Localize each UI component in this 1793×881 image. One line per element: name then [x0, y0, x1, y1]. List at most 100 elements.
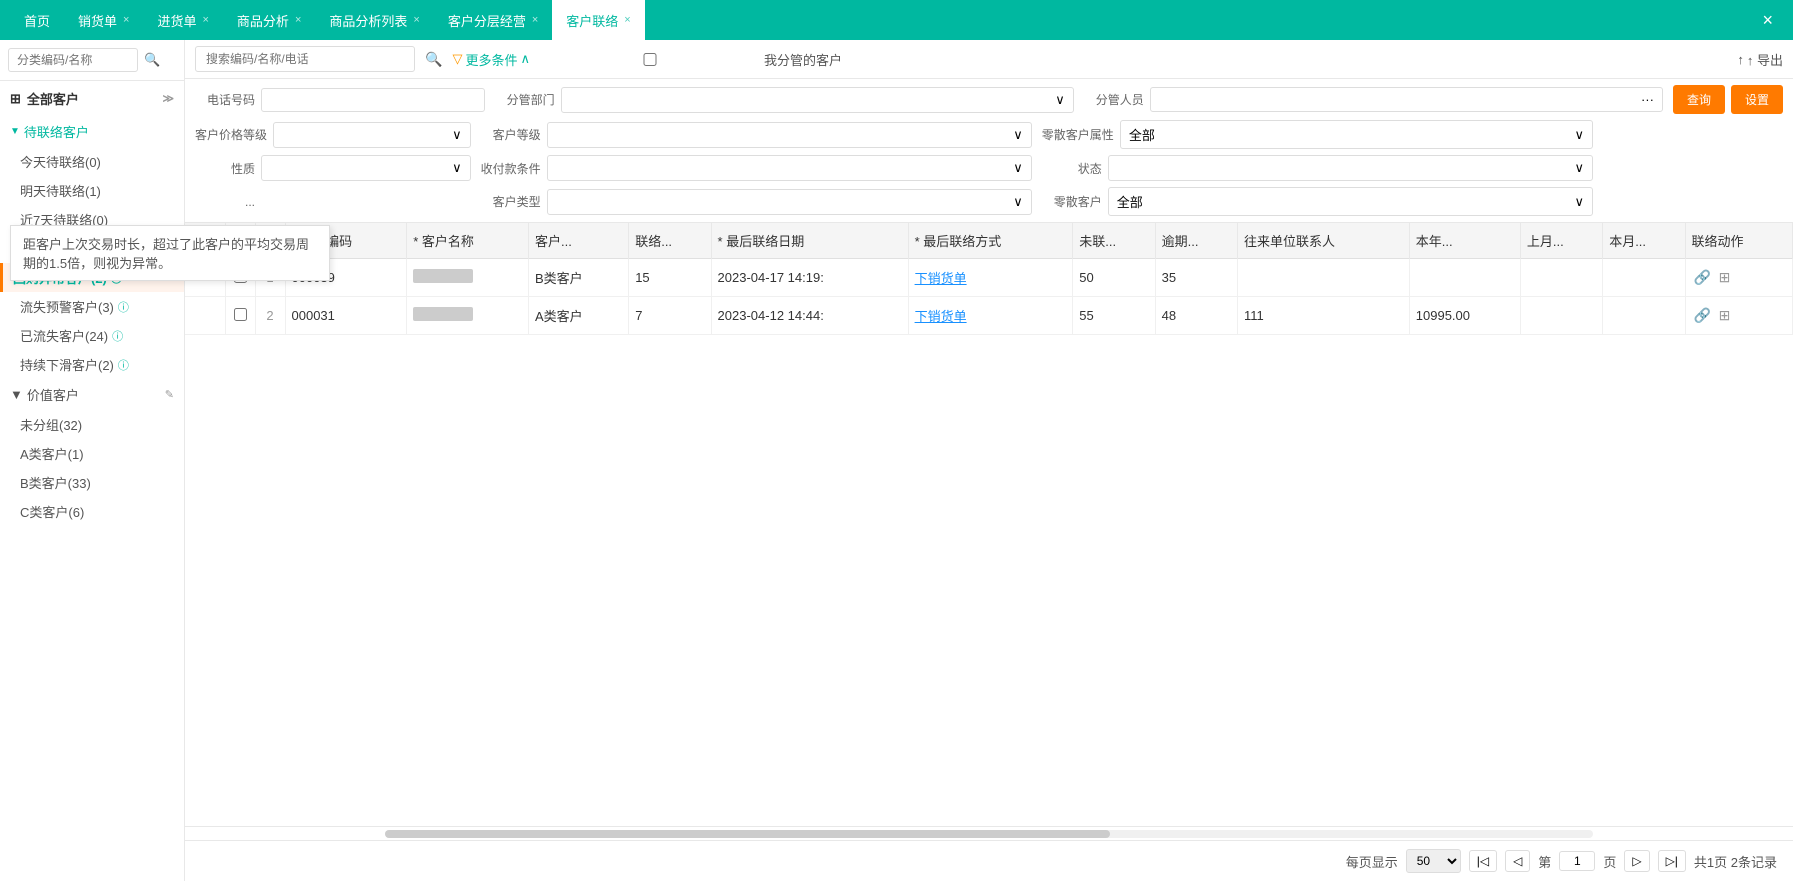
query-button[interactable]: 查询 — [1673, 85, 1725, 114]
sidebar-item-today-pending[interactable]: 今天待联络(0) — [0, 147, 184, 176]
sidebar-value-group[interactable]: ▼ 价值客户 ✎ — [0, 379, 184, 410]
prev-page-button[interactable]: ◁ — [1505, 850, 1530, 872]
my-customers-checkbox[interactable] — [540, 53, 760, 66]
row2-name[interactable] — [407, 297, 529, 335]
close-customer-contact-icon[interactable]: × — [624, 14, 630, 26]
price-level-dropdown[interactable]: ∨ — [273, 122, 471, 148]
search-input[interactable] — [195, 46, 415, 72]
row2-contact-person: 111 — [1237, 297, 1409, 335]
col-customer-class[interactable]: 客户... — [528, 223, 628, 259]
row2-checkbox-cell[interactable] — [225, 297, 255, 335]
close-customer-segmentation-icon[interactable]: × — [532, 14, 538, 26]
nav-customer-segmentation[interactable]: 客户分层经营 × — [434, 0, 552, 40]
sidebar-search-input[interactable] — [8, 48, 138, 72]
last-page-button[interactable]: ▷| — [1658, 850, 1686, 872]
sidebar-item-a-class[interactable]: A类客户(1) — [0, 439, 184, 468]
row2-contact-count: 7 — [629, 297, 711, 335]
col-current-month[interactable]: 本月... — [1603, 223, 1685, 259]
col-contact-person[interactable]: 往来单位联系人 — [1237, 223, 1409, 259]
col-name[interactable]: * 客户名称 — [407, 223, 529, 259]
nav-customer-contact[interactable]: 客户联络 × — [552, 0, 644, 40]
more-conditions-button[interactable]: ▽ 更多条件 ∧ — [452, 50, 530, 69]
declining-info-icon[interactable]: ⓘ — [118, 357, 129, 373]
row1-link-icon[interactable]: 🔗 — [1692, 267, 1713, 288]
horizontal-scrollbar[interactable] — [185, 826, 1793, 840]
customer-level-dropdown[interactable]: ∨ — [547, 122, 1032, 148]
sidebar-collapse-icon[interactable]: ≫ — [162, 92, 174, 105]
first-page-button[interactable]: |◁ — [1469, 850, 1497, 872]
col-unlocked[interactable]: 未联... — [1073, 223, 1155, 259]
chevron-down-icon: ∨ — [1055, 92, 1065, 108]
scrollbar-thumb[interactable] — [385, 830, 1110, 838]
current-page-input[interactable] — [1559, 851, 1595, 871]
close-sales-order-icon[interactable]: × — [123, 14, 129, 26]
col-last-month[interactable]: 上月... — [1520, 223, 1602, 259]
row2-checkbox[interactable] — [234, 308, 247, 321]
sidebar-item-b-class[interactable]: B类客户(33) — [0, 468, 184, 497]
export-button[interactable]: ↑ ↑ 导出 — [1737, 50, 1783, 69]
nav-product-analysis[interactable]: 商品分析 × — [223, 0, 315, 40]
window-close-button[interactable]: × — [1752, 10, 1783, 31]
col-contact-count[interactable]: 联络... — [629, 223, 711, 259]
payment-dropdown[interactable]: ∨ — [547, 155, 1032, 181]
table-area[interactable]: ⚙ * 客户编码 * 客户名称 客户... 联络... * 最后联络日期 — [185, 223, 1793, 826]
col-current-year[interactable]: 本年... — [1409, 223, 1520, 259]
col-last-contact-date[interactable]: * 最后联络日期 — [711, 223, 908, 259]
sidebar-all-customers[interactable]: ⊞ 全部客户 ≫ — [0, 81, 184, 116]
filter-rows: 电话号码 分管部门 ∨ 分管人员 ··· — [185, 79, 1793, 223]
sidebar-item-unclassified[interactable]: 未分组(32) — [0, 410, 184, 439]
customer-level-label: 客户等级 — [481, 126, 541, 143]
my-customers-checkbox-label[interactable]: 我分管的客户 — [540, 50, 842, 69]
next-page-button[interactable]: ▷ — [1624, 850, 1649, 872]
close-product-analysis-list-icon[interactable]: × — [413, 14, 419, 26]
sidebar-item-already-lost[interactable]: 已流失客户(24) ⓘ — [0, 321, 184, 350]
row1-last-contact-method[interactable]: 下销货单 — [908, 259, 1073, 297]
sidebar-pending-contact-group[interactable]: ▼ 待联络客户 — [0, 116, 184, 147]
search-button[interactable]: 🔍 — [425, 51, 442, 68]
nav-product-analysis-list[interactable]: 商品分析列表 × — [315, 0, 433, 40]
nav-purchase-order[interactable]: 进货单 × — [143, 0, 222, 40]
phone-field: 电话号码 — [195, 88, 485, 112]
retail-dropdown[interactable]: 全部 ∨ — [1108, 187, 1593, 216]
edit-icon[interactable]: ✎ — [165, 388, 174, 401]
row2-code[interactable]: 000031 — [285, 297, 407, 335]
sidebar-item-c-class[interactable]: C类客户(6) — [0, 497, 184, 526]
retail-attr-field: 零散客户属性 全部 ∨ — [1042, 120, 1593, 149]
nav-home[interactable]: 首页 — [10, 0, 64, 40]
row2-last-contact-method[interactable]: 下销货单 — [908, 297, 1073, 335]
row2-link-icon[interactable]: 🔗 — [1692, 305, 1713, 326]
col-last-contact-method[interactable]: * 最后联络方式 — [908, 223, 1073, 259]
manager-dropdown[interactable]: ··· — [1150, 87, 1663, 112]
row1-name[interactable] — [407, 259, 529, 297]
row1-contact-count: 15 — [629, 259, 711, 297]
already-lost-info-icon[interactable]: ⓘ — [112, 328, 123, 344]
row2-grid-icon[interactable]: ⊞ — [1717, 305, 1733, 326]
close-product-analysis-icon[interactable]: × — [295, 14, 301, 26]
status-label: 状态 — [1042, 160, 1102, 177]
row1-grid-icon[interactable]: ⊞ — [1717, 267, 1733, 288]
sidebar-search-icon[interactable]: 🔍 — [144, 52, 160, 68]
row1-current-year — [1409, 259, 1520, 297]
sidebar-item-lost-warning[interactable]: 流失预警客户(3) ⓘ — [0, 292, 184, 321]
customer-type-dropdown[interactable]: ∨ — [547, 189, 1032, 215]
retail-attr-dropdown[interactable]: 全部 ∨ — [1120, 120, 1593, 149]
gender-dropdown[interactable]: ∨ — [261, 155, 471, 181]
row1-overdue: 35 — [1155, 259, 1237, 297]
dept-field: 分管部门 ∨ — [495, 87, 1074, 113]
close-purchase-order-icon[interactable]: × — [202, 14, 208, 26]
status-dropdown[interactable]: ∨ — [1108, 155, 1593, 181]
row2-class: A类客户 — [528, 297, 628, 335]
per-page-select[interactable]: 50 10 20 100 — [1406, 849, 1461, 873]
filter-actions: 查询 设置 — [1673, 85, 1783, 114]
settings-button[interactable]: 设置 — [1731, 85, 1783, 114]
customer-type-field: 客户类型 ∨ — [481, 189, 1032, 215]
sidebar-item-tomorrow-pending[interactable]: 明天待联络(1) — [0, 176, 184, 205]
pagination-bar: 每页显示 50 10 20 100 |◁ ◁ 第 页 ▷ ▷| 共1页 2条记录 — [185, 840, 1793, 881]
nav-sales-order[interactable]: 销货单 × — [64, 0, 143, 40]
sidebar-item-declining[interactable]: 持续下滑客户(2) ⓘ — [0, 350, 184, 379]
lost-info-icon[interactable]: ⓘ — [118, 299, 129, 315]
phone-input[interactable] — [261, 88, 485, 112]
dept-dropdown[interactable]: ∨ — [561, 87, 1074, 113]
manager-label: 分管人员 — [1084, 91, 1144, 108]
col-overdue[interactable]: 逾期... — [1155, 223, 1237, 259]
